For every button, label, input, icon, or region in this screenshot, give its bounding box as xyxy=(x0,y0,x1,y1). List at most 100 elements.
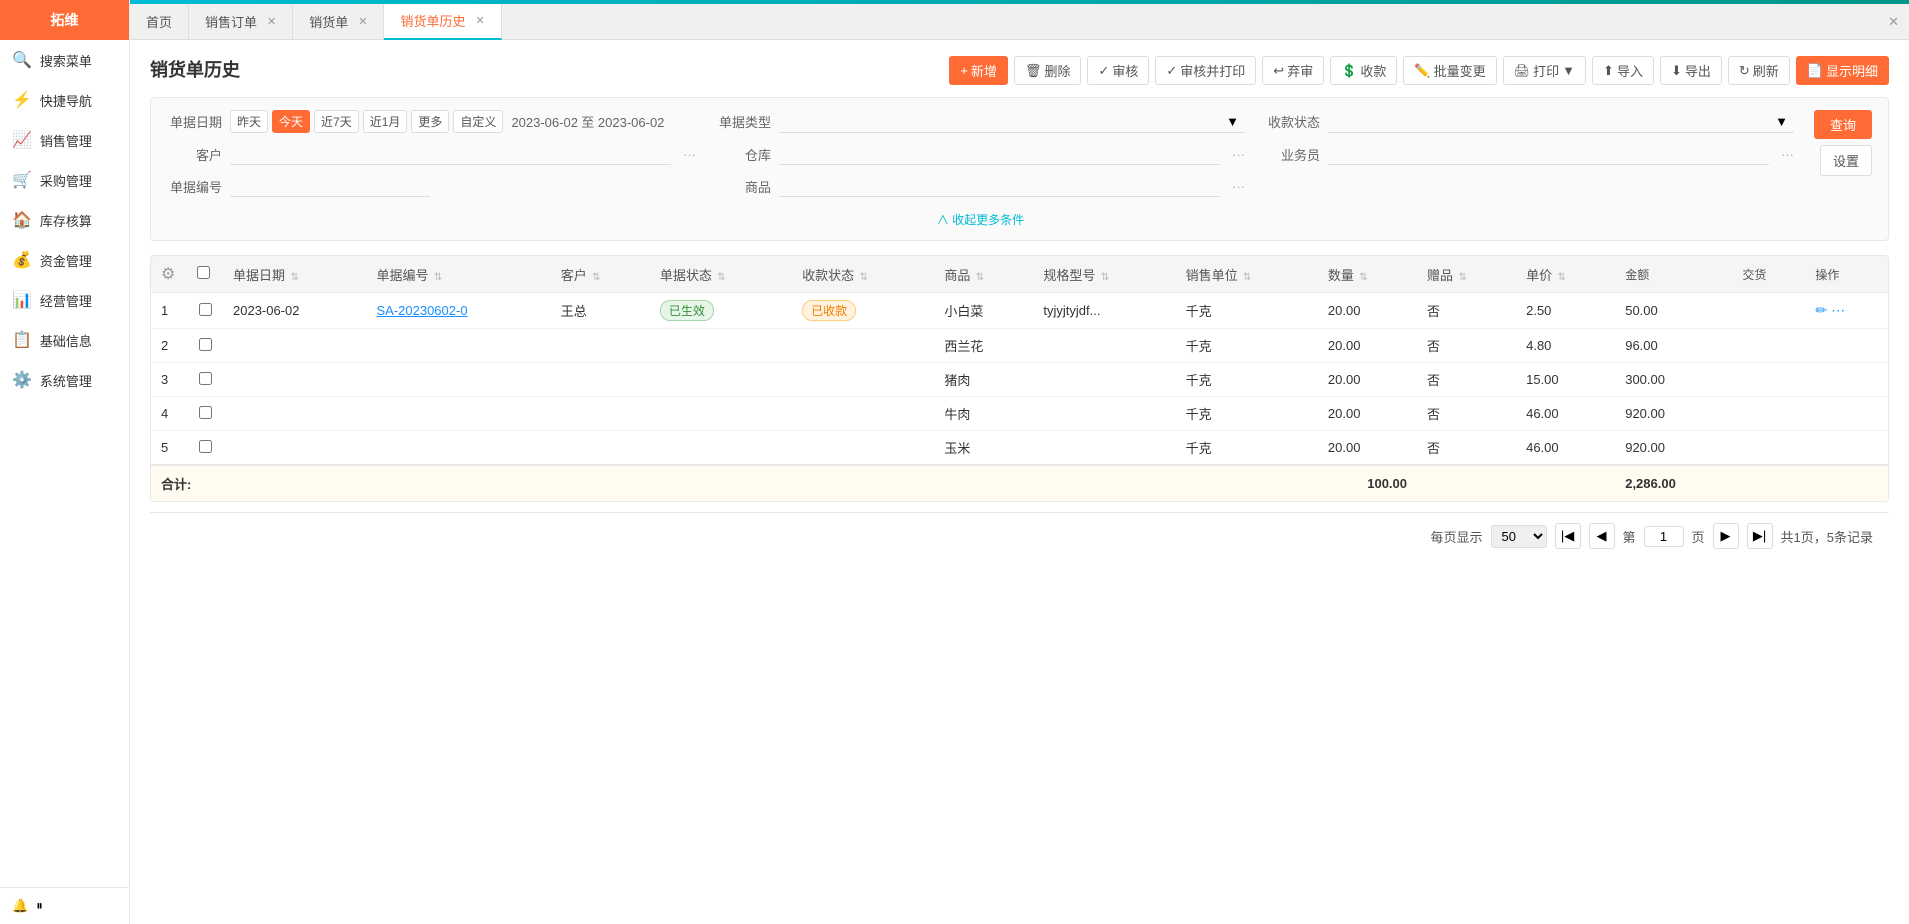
col-customer[interactable]: 客户 ⇅ xyxy=(551,256,650,293)
sidebar-item-basic-info[interactable]: 📋 基础信息 xyxy=(0,320,129,360)
show-detail-button[interactable]: 📄 显示明细 xyxy=(1796,56,1889,85)
tab-sales-delivery[interactable]: 销货单 ✕ xyxy=(293,4,384,40)
query-button[interactable]: 查询 xyxy=(1814,110,1872,139)
date-more[interactable]: 更多 xyxy=(411,110,449,133)
cell-doc-no[interactable] xyxy=(366,363,550,397)
cell-checkbox[interactable] xyxy=(187,329,223,363)
refresh-icon: ↻ xyxy=(1739,63,1750,79)
col-payment-status[interactable]: 收款状态 ⇅ xyxy=(792,256,934,293)
page-next-btn[interactable]: ▶ xyxy=(1713,523,1739,549)
tab-home[interactable]: 首页 xyxy=(130,4,189,40)
col-doc-no[interactable]: 单据编号 ⇅ xyxy=(366,256,550,293)
export-button[interactable]: ⬇ 导出 xyxy=(1660,56,1722,85)
date-yesterday[interactable]: 昨天 xyxy=(230,110,268,133)
col-qty[interactable]: 数量 ⇅ xyxy=(1318,256,1417,293)
sidebar-item-sales-mgmt[interactable]: 📈 销售管理 xyxy=(0,120,129,160)
page-prev-btn[interactable]: ◀ xyxy=(1589,523,1615,549)
date-today[interactable]: 今天 xyxy=(272,110,310,133)
date-7days[interactable]: 近7天 xyxy=(314,110,359,133)
col-unit[interactable]: 销售单位 ⇅ xyxy=(1176,256,1318,293)
col-doc-date[interactable]: 单据日期 ⇅ xyxy=(223,256,366,293)
col-product[interactable]: 商品 ⇅ xyxy=(934,256,1033,293)
per-page-select[interactable]: 50 100 200 xyxy=(1491,525,1547,548)
audit-icon: ✓ xyxy=(1098,63,1109,79)
refresh-button[interactable]: ↻ 刷新 xyxy=(1728,56,1790,85)
print-button[interactable]: 🖨 打印 ▼ xyxy=(1503,56,1586,85)
warehouse-input[interactable] xyxy=(779,143,1220,165)
sidebar-item-quick-nav[interactable]: ⚡ 快捷导航 xyxy=(0,80,129,120)
abandon-button[interactable]: ↩ 弃审 xyxy=(1262,56,1324,85)
sort-product: ⇅ xyxy=(976,272,984,283)
table-settings-icon[interactable]: ⚙ xyxy=(161,266,175,283)
sidebar-footer-icon1[interactable]: 🔔 xyxy=(12,898,28,914)
table-row: 5玉米千克20.00否46.00920.00 xyxy=(151,431,1888,466)
doc-no-link[interactable]: SA-20230602-0 xyxy=(376,303,467,318)
cell-checkbox[interactable] xyxy=(187,363,223,397)
edit-icon[interactable]: ✏ xyxy=(1815,302,1827,319)
cell-spec: tyjyjtyjdf... xyxy=(1033,293,1175,329)
date-custom[interactable]: 自定义 xyxy=(453,110,503,133)
sidebar-item-finance[interactable]: 💰 资金管理 xyxy=(0,240,129,280)
delete-icon: 🗑 xyxy=(1025,63,1042,79)
sales-icon: 📈 xyxy=(12,130,32,150)
tab-sales-order-close[interactable]: ✕ xyxy=(267,15,276,28)
cell-checkbox[interactable] xyxy=(187,397,223,431)
import-button[interactable]: ⬆ 导入 xyxy=(1592,56,1654,85)
table-row: 4牛肉千克20.00否46.00920.00 xyxy=(151,397,1888,431)
tab-sales-order[interactable]: 销售订单 ✕ xyxy=(189,4,293,40)
collapse-btn[interactable]: ∧ 收起更多条件 xyxy=(167,207,1794,228)
status-badge-collected: 已收款 xyxy=(802,300,856,321)
cell-doc-no[interactable] xyxy=(366,431,550,466)
customer-dots[interactable]: ··· xyxy=(683,147,696,162)
new-button[interactable]: + 新增 xyxy=(949,56,1008,85)
customer-input[interactable] xyxy=(230,143,671,165)
doc-no-input[interactable] xyxy=(230,175,430,197)
product-input[interactable] xyxy=(779,175,1220,197)
delete-button[interactable]: 🗑 删除 xyxy=(1014,56,1082,85)
salesperson-input[interactable] xyxy=(1328,143,1769,165)
tab-sales-delivery-close[interactable]: ✕ xyxy=(358,15,367,28)
cell-doc-no[interactable] xyxy=(366,329,550,363)
page-first-btn[interactable]: |◀ xyxy=(1555,523,1581,549)
sort-unit: ⇅ xyxy=(1243,272,1251,283)
tab-sales-history[interactable]: 销货单历史 ✕ xyxy=(384,4,501,40)
cell-payment-status: 已收款 xyxy=(792,293,934,329)
sidebar-item-sys-mgmt[interactable]: ⚙️ 系统管理 xyxy=(0,360,129,400)
col-settings[interactable]: ⚙ xyxy=(151,256,187,293)
cell-row-num: 3 xyxy=(151,363,187,397)
doc-type-select[interactable]: ▼ xyxy=(779,111,1245,133)
table-row: 12023-06-02SA-20230602-0王总已生效已收款小白菜tyjyj… xyxy=(151,293,1888,329)
cell-payment-status xyxy=(792,397,934,431)
salesperson-dots[interactable]: ··· xyxy=(1781,147,1794,162)
payment-status-select[interactable]: ▼ xyxy=(1328,111,1794,133)
tab-sales-history-close[interactable]: ✕ xyxy=(476,14,485,27)
audit-print-button[interactable]: ✓ 审核并打印 xyxy=(1155,56,1256,85)
sidebar-footer-icon2[interactable]: ⏸ xyxy=(36,898,43,914)
cell-checkbox[interactable] xyxy=(187,293,223,329)
sidebar-item-operations[interactable]: 📊 经营管理 xyxy=(0,280,129,320)
sidebar: 拓维 🔍 搜索菜单 ⚡ 快捷导航 📈 销售管理 🛒 采购管理 🏠 库存核算 💰 … xyxy=(0,0,130,924)
audit-button[interactable]: ✓ 审核 xyxy=(1087,56,1149,85)
col-unit-price[interactable]: 单价 ⇅ xyxy=(1516,256,1615,293)
warehouse-dots[interactable]: ··· xyxy=(1232,147,1245,162)
sidebar-item-purchase-mgmt[interactable]: 🛒 采购管理 xyxy=(0,160,129,200)
sort-spec: ⇅ xyxy=(1101,272,1109,283)
col-gift[interactable]: 赠品 ⇅ xyxy=(1417,256,1516,293)
tab-close-all[interactable]: ✕ xyxy=(1888,14,1909,30)
sidebar-item-inventory[interactable]: 🏠 库存核算 xyxy=(0,200,129,240)
page-last-btn[interactable]: ▶| xyxy=(1747,523,1773,549)
more-icon[interactable]: ⋯ xyxy=(1831,302,1845,319)
batch-change-button[interactable]: ✏️ 批量变更 xyxy=(1403,56,1496,85)
product-dots[interactable]: ··· xyxy=(1232,179,1245,194)
col-doc-status[interactable]: 单据状态 ⇅ xyxy=(650,256,792,293)
cell-checkbox[interactable] xyxy=(187,431,223,466)
settings-button[interactable]: 设置 xyxy=(1820,145,1872,176)
collect-button[interactable]: 💲 收款 xyxy=(1330,56,1397,85)
page-input[interactable] xyxy=(1644,526,1684,547)
sidebar-item-search-menu[interactable]: 🔍 搜索菜单 xyxy=(0,40,129,80)
cell-doc-no[interactable]: SA-20230602-0 xyxy=(366,293,550,329)
select-all-checkbox[interactable] xyxy=(197,266,210,279)
col-spec[interactable]: 规格型号 ⇅ xyxy=(1033,256,1175,293)
cell-doc-no[interactable] xyxy=(366,397,550,431)
date-1month[interactable]: 近1月 xyxy=(363,110,408,133)
